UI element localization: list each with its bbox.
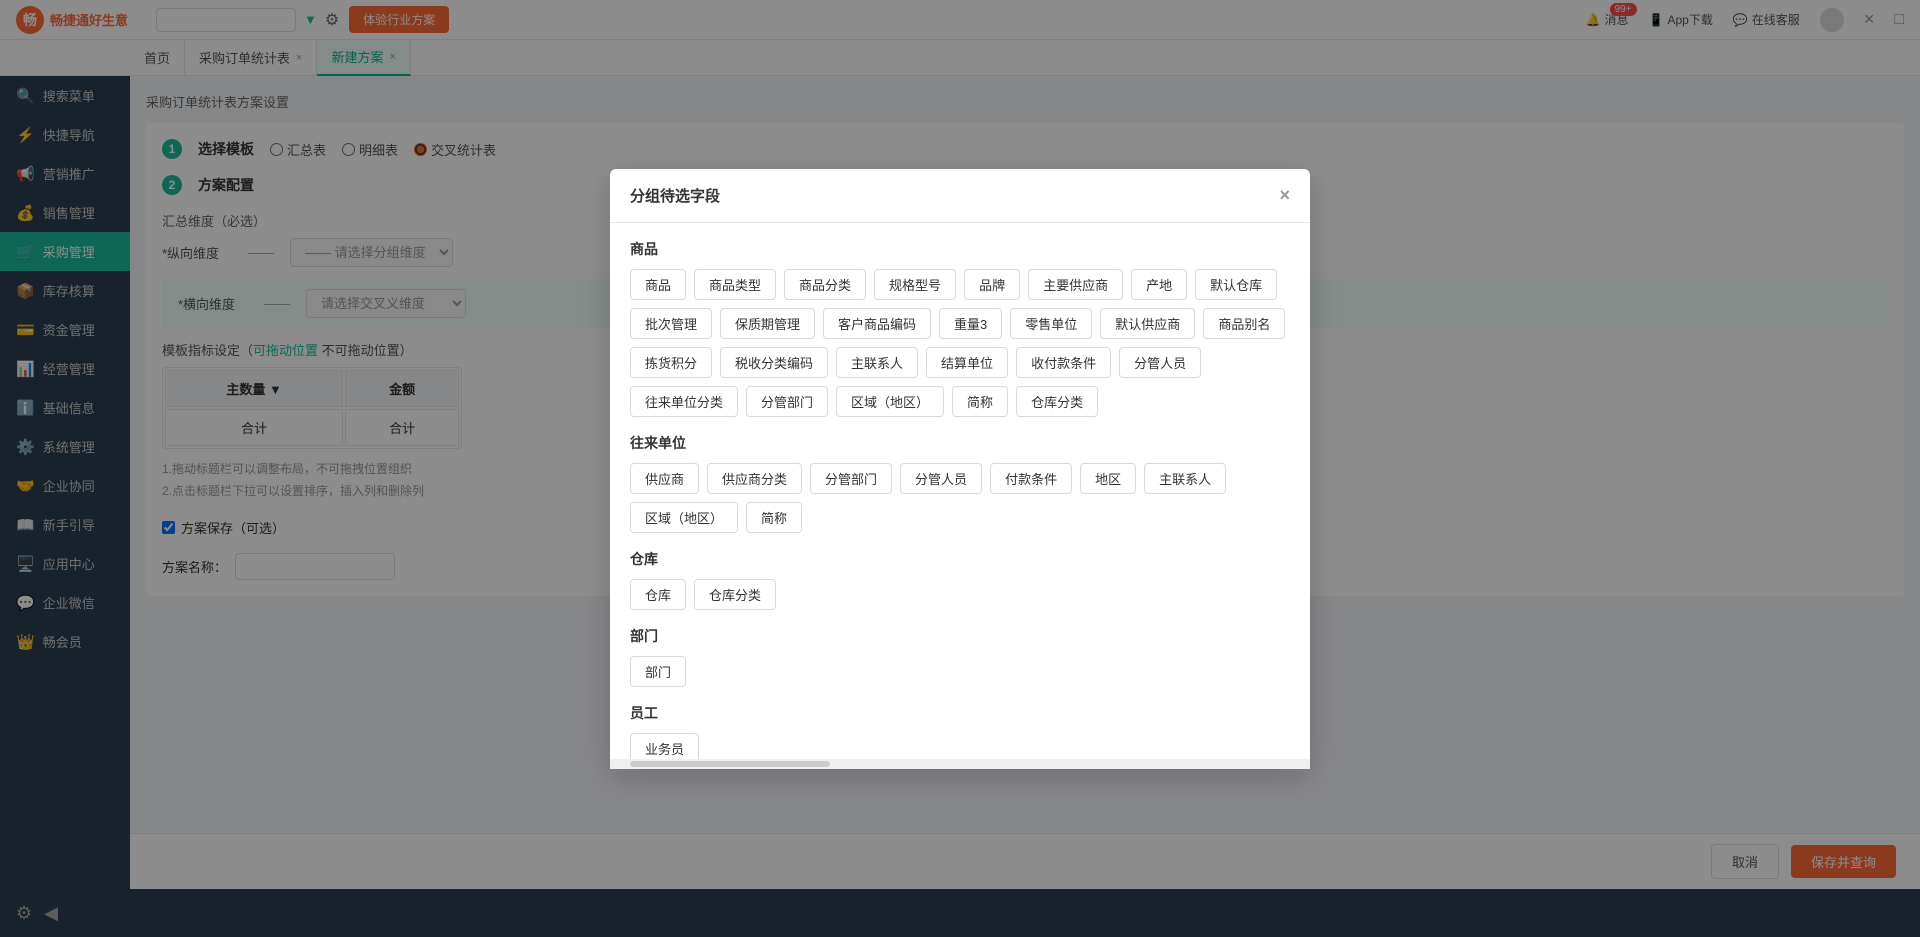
field-tag-0-15[interactable]: 拣货积分 [630,347,712,378]
modal-overlay: 分组待选字段 × 商品商品商品类型商品分类规格型号品牌主要供应商产地默认仓库批次… [0,0,1920,937]
field-tag-1-6[interactable]: 主联系人 [1144,463,1226,494]
modal-header: 分组待选字段 × [610,169,1310,223]
modal-title: 分组待选字段 [630,185,720,206]
modal-close-button[interactable]: × [1279,185,1290,206]
field-tag-1-3[interactable]: 分管人员 [900,463,982,494]
field-tag-0-7[interactable]: 默认仓库 [1195,269,1277,300]
field-tag-0-23[interactable]: 区域（地区） [836,386,944,417]
field-tag-1-0[interactable]: 供应商 [630,463,699,494]
field-tag-1-4[interactable]: 付款条件 [990,463,1072,494]
field-tag-0-4[interactable]: 品牌 [964,269,1020,300]
field-tag-1-1[interactable]: 供应商分类 [707,463,802,494]
field-tag-1-7[interactable]: 区域（地区） [630,502,738,533]
field-tag-1-5[interactable]: 地区 [1080,463,1136,494]
field-tag-3-0[interactable]: 部门 [630,656,686,687]
field-tag-0-0[interactable]: 商品 [630,269,686,300]
field-section-title-1: 往来单位 [630,433,1290,453]
field-tag-0-21[interactable]: 往来单位分类 [630,386,738,417]
field-tag-0-20[interactable]: 分管人员 [1119,347,1201,378]
field-tag-0-22[interactable]: 分管部门 [746,386,828,417]
field-tags-1: 供应商供应商分类分管部门分管人员付款条件地区主联系人区域（地区） 简称 [630,463,1290,533]
field-tags-3: 部门 [630,656,1290,687]
field-tags-0: 商品商品类型商品分类规格型号品牌主要供应商产地默认仓库批次管理保质期管理客户商品… [630,269,1290,417]
field-tag-0-14[interactable]: 商品别名 [1203,308,1285,339]
field-tag-0-13[interactable]: 默认供应商 [1100,308,1195,339]
modal-hscroll-thumb [630,761,830,767]
field-tag-0-9[interactable]: 保质期管理 [720,308,815,339]
field-tag-0-24[interactable]: 简称 [952,386,1008,417]
field-tag-4-0[interactable]: 业务员 [630,733,699,759]
field-tag-0-19[interactable]: 收付款条件 [1016,347,1111,378]
field-tag-0-6[interactable]: 产地 [1131,269,1187,300]
field-tag-0-1[interactable]: 商品类型 [694,269,776,300]
field-tag-0-5[interactable]: 主要供应商 [1028,269,1123,300]
field-section-title-3: 部门 [630,626,1290,646]
field-tag-0-12[interactable]: 零售单位 [1010,308,1092,339]
field-tag-1-8[interactable]: 简称 [746,502,802,533]
modal-body: 商品商品商品类型商品分类规格型号品牌主要供应商产地默认仓库批次管理保质期管理客户… [610,223,1310,759]
field-tag-0-10[interactable]: 客户商品编码 [823,308,931,339]
field-tag-0-18[interactable]: 结算单位 [926,347,1008,378]
field-tag-0-3[interactable]: 规格型号 [874,269,956,300]
field-tag-2-0[interactable]: 仓库 [630,579,686,610]
field-tag-0-16[interactable]: 税收分类编码 [720,347,828,378]
field-tag-0-2[interactable]: 商品分类 [784,269,866,300]
field-tags-2: 仓库仓库分类 [630,579,1290,610]
field-tag-0-11[interactable]: 重量3 [939,308,1002,339]
field-section-title-2: 仓库 [630,549,1290,569]
modal-dialog: 分组待选字段 × 商品商品商品类型商品分类规格型号品牌主要供应商产地默认仓库批次… [610,169,1310,769]
field-tag-2-1[interactable]: 仓库分类 [694,579,776,610]
field-section-title-0: 商品 [630,239,1290,259]
field-tags-4: 业务员 [630,733,1290,759]
field-tag-0-25[interactable]: 仓库分类 [1016,386,1098,417]
field-tag-0-8[interactable]: 批次管理 [630,308,712,339]
field-tag-1-2[interactable]: 分管部门 [810,463,892,494]
modal-horizontal-scrollbar[interactable] [610,759,1310,769]
field-tag-0-17[interactable]: 主联系人 [836,347,918,378]
field-section-title-4: 员工 [630,703,1290,723]
